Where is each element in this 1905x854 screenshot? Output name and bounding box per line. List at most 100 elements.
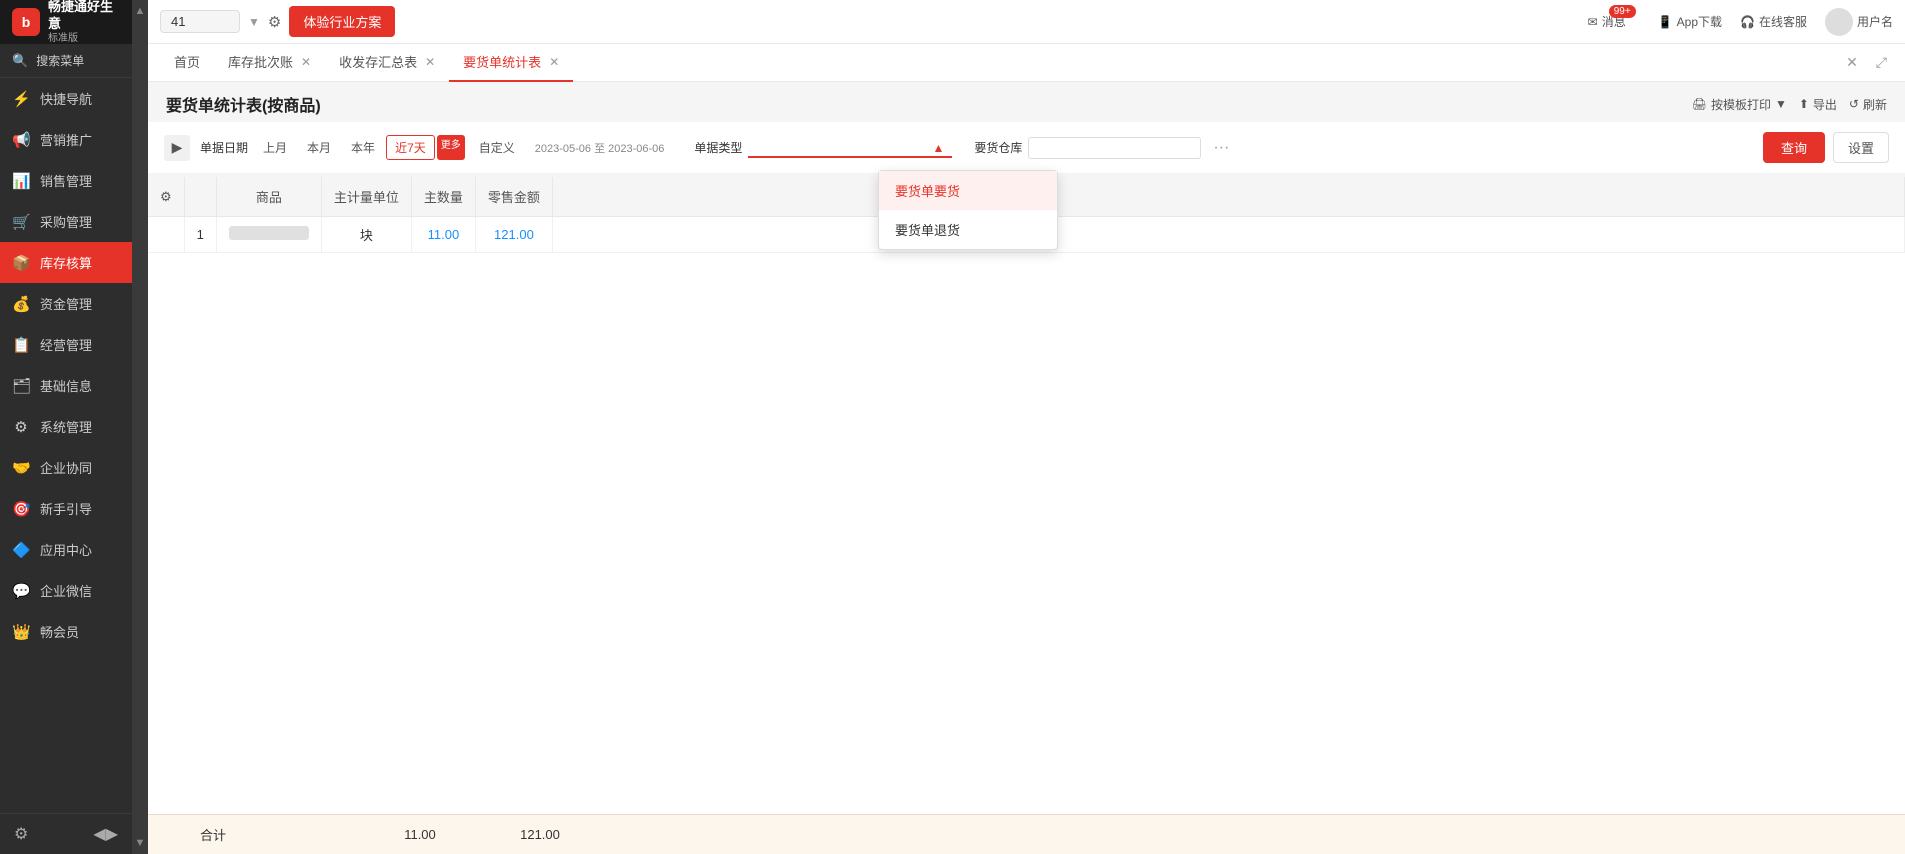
filter-prev-month-btn[interactable]: 上月 xyxy=(254,135,296,160)
user-avatar-wrap[interactable]: 用户名 xyxy=(1825,8,1893,36)
online-service-btn[interactable]: 🎧 在线客服 xyxy=(1740,13,1807,30)
tab-close-inventory-batch[interactable]: ✕ xyxy=(301,55,311,69)
scroll-down-icon[interactable]: ▼ xyxy=(135,837,146,849)
settings-icon[interactable]: ⚙ xyxy=(14,824,28,844)
message-badge: 99+ xyxy=(1609,5,1636,18)
filter-warehouse-input[interactable] xyxy=(1028,137,1201,159)
sidebar-item-marketing[interactable]: 📢 营销推广 xyxy=(0,119,132,160)
sidebar-item-guide[interactable]: 🎯 新手引导 xyxy=(0,488,132,529)
filter-week-btn[interactable]: 近7天 xyxy=(386,135,435,160)
col-gear[interactable]: ⚙ xyxy=(148,177,184,217)
tab-close-collection[interactable]: ✕ xyxy=(425,55,435,69)
tab-collection-summary[interactable]: 收发存汇总表 ✕ xyxy=(325,44,449,82)
dropdown-option-return[interactable]: 要货单退货 xyxy=(879,210,1057,249)
row-product xyxy=(216,217,321,253)
refresh-label: 刷新 xyxy=(1863,96,1887,113)
print-template-btn[interactable]: 🖨 按模板打印 ▼ xyxy=(1692,96,1787,113)
topbar-dropdown-icon[interactable]: ▼ xyxy=(248,15,260,29)
filter-warehouse-group: 要货仓库 ··· xyxy=(974,137,1235,159)
sidebar-search-label: 搜索菜单 xyxy=(36,52,84,69)
cooperation-icon: 🤝 xyxy=(12,459,30,477)
search-icon: 🔍 xyxy=(12,53,28,69)
filter-current-month-btn[interactable]: 本月 xyxy=(298,135,340,160)
marketing-icon: 📢 xyxy=(12,131,30,149)
tab-order-stat[interactable]: 要货单统计表 ✕ xyxy=(449,44,573,82)
date-label: 单据日期 xyxy=(200,139,248,156)
sidebar-item-label: 应用中心 xyxy=(40,540,92,559)
filter-type-select-wrap: ▲ xyxy=(748,137,944,158)
query-btn[interactable]: 查询 xyxy=(1763,132,1825,163)
sidebar-scroll-side: ▲ ▼ xyxy=(132,0,148,854)
settings-btn[interactable]: 设置 xyxy=(1833,132,1889,163)
topbar-number[interactable]: 41 xyxy=(160,10,240,33)
dropdown-option-goods[interactable]: 要货单要货 xyxy=(879,171,1057,210)
toggle-sidebar-icon[interactable]: ◀▶ xyxy=(93,824,118,844)
page-header: 要货单统计表(按商品) 🖨 按模板打印 ▼ ⬆ 导出 ↺ 刷新 xyxy=(148,82,1905,122)
filter-date-group: 单据日期 上月 本月 本年 近7天 更多 自定义 xyxy=(200,135,523,160)
tab-collection-label: 收发存汇总表 xyxy=(339,52,417,71)
quick-nav-icon: ⚡ xyxy=(12,90,30,108)
app-download-btn[interactable]: 📱 App下载 xyxy=(1658,13,1722,30)
col-unit: 主计量单位 xyxy=(321,177,411,217)
app-download-icon: 📱 xyxy=(1658,15,1673,29)
wechat-icon: 💬 xyxy=(12,582,30,600)
refresh-icon: ↺ xyxy=(1849,97,1859,111)
tab-close-order-stat[interactable]: ✕ xyxy=(549,55,559,69)
sidebar-item-inventory[interactable]: 📦 库存核算 xyxy=(0,242,132,283)
row-checkbox[interactable] xyxy=(148,217,184,253)
row-unit: 块 xyxy=(321,217,411,253)
topbar-gear-icon[interactable]: ⚙ xyxy=(268,13,281,31)
messages-btn[interactable]: ✉ 消息 99+ xyxy=(1588,13,1626,30)
filter-custom-btn[interactable]: 自定义 xyxy=(471,136,523,159)
refresh-btn[interactable]: ↺ 刷新 xyxy=(1849,96,1887,113)
sidebar-item-quick-nav[interactable]: ⚡ 快捷导航 xyxy=(0,78,132,119)
finance-icon: 💰 xyxy=(12,295,30,313)
row-extra xyxy=(552,217,1904,253)
sidebar-item-basic[interactable]: 🗂 基础信息 xyxy=(0,365,132,406)
sidebar-item-label: 企业微信 xyxy=(40,581,92,600)
tabs-bar-actions: ✕ ⤢ xyxy=(1840,52,1893,73)
logo-icon: b xyxy=(12,8,40,36)
sidebar-item-finance[interactable]: 💰 资金管理 xyxy=(0,283,132,324)
sidebar-item-operation[interactable]: 📋 经营管理 xyxy=(0,324,132,365)
type-dropdown: 要货单要货 要货单退货 xyxy=(878,170,1058,250)
sidebar-item-sales[interactable]: 📊 销售管理 xyxy=(0,160,132,201)
filter-type-input[interactable] xyxy=(748,137,952,158)
tab-inventory-batch[interactable]: 库存批次账 ✕ xyxy=(214,44,325,82)
table-footer: 合计 11.00 121.00 xyxy=(148,814,1905,854)
filter-more-icon[interactable]: ··· xyxy=(1207,139,1235,157)
sidebar-item-wechat[interactable]: 💬 企业微信 xyxy=(0,570,132,611)
filter-expand-btn[interactable]: ▶ xyxy=(164,135,190,161)
sidebar-item-purchase[interactable]: 🛒 采购管理 xyxy=(0,201,132,242)
trial-btn[interactable]: 体验行业方案 xyxy=(289,6,395,37)
app-download-label: App下载 xyxy=(1677,13,1722,30)
export-label: 导出 xyxy=(1813,96,1837,113)
sidebar-item-member[interactable]: 👑 畅会员 xyxy=(0,611,132,652)
tab-expand-icon[interactable]: ⤢ xyxy=(1870,52,1893,73)
tab-home[interactable]: 首页 xyxy=(160,44,214,82)
service-icon: 🎧 xyxy=(1740,15,1755,29)
export-btn[interactable]: ⬆ 导出 xyxy=(1799,96,1837,113)
tab-close-all-icon[interactable]: ✕ xyxy=(1840,52,1864,73)
sidebar-item-label: 基础信息 xyxy=(40,376,92,395)
sidebar-item-cooperation[interactable]: 🤝 企业协同 xyxy=(0,447,132,488)
table-wrap: ⚙ 商品 主计量单位 主数量 零售金额 1 xyxy=(148,177,1905,814)
tab-home-label: 首页 xyxy=(174,52,200,71)
sidebar-item-label: 系统管理 xyxy=(40,417,92,436)
print-icon: 🖨 xyxy=(1692,97,1707,111)
warehouse-label: 要货仓库 xyxy=(974,139,1022,156)
sidebar-search[interactable]: 🔍 搜索菜单 xyxy=(0,44,132,78)
sales-icon: 📊 xyxy=(12,172,30,190)
more-options-badge[interactable]: 更多 xyxy=(437,135,465,160)
topbar-left: 41 ▼ ⚙ 体验行业方案 xyxy=(160,6,395,37)
sidebar-item-label: 采购管理 xyxy=(40,212,92,231)
type-label: 单据类型 xyxy=(694,139,742,156)
col-amount: 零售金额 xyxy=(475,177,552,217)
message-icon: ✉ xyxy=(1588,15,1598,29)
basic-icon: 🗂 xyxy=(12,377,30,395)
sidebar-item-appstore[interactable]: 🔷 应用中心 xyxy=(0,529,132,570)
sidebar-item-system[interactable]: ⚙ 系统管理 xyxy=(0,406,132,447)
footer-label: 合计 xyxy=(160,825,360,844)
filter-year-btn[interactable]: 本年 xyxy=(342,135,384,160)
scroll-up-icon[interactable]: ▲ xyxy=(135,5,146,17)
